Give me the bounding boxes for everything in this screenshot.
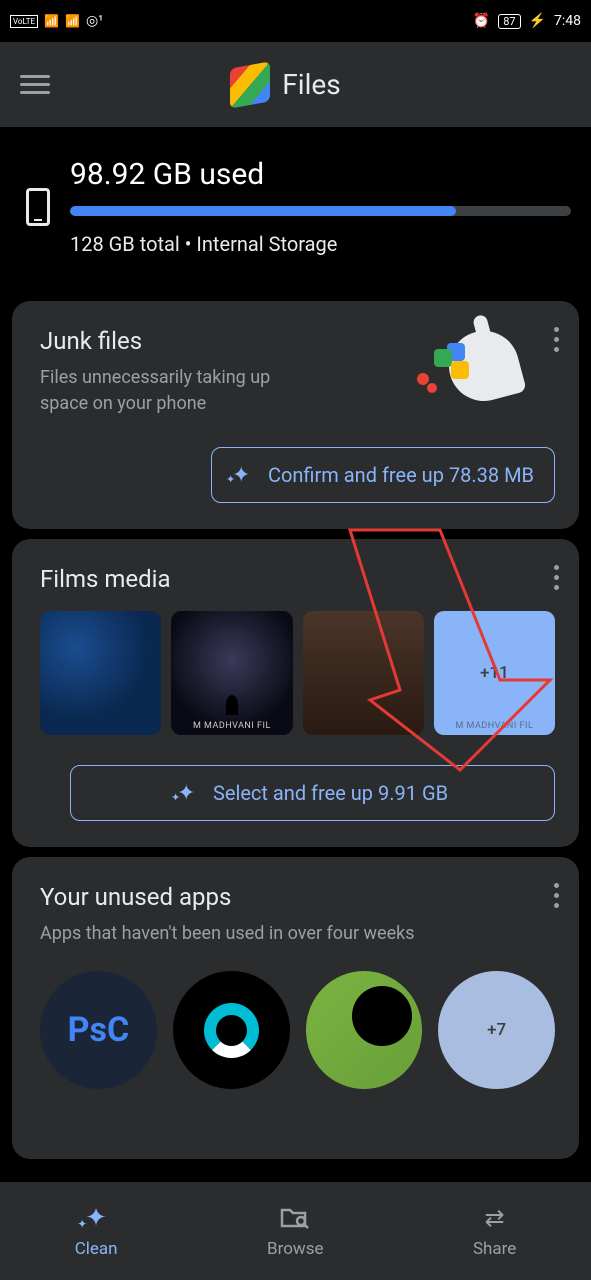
junk-subtitle: Files unnecessarily taking up space on y… xyxy=(40,365,320,417)
films-media-card: Films media M MADHVANI FIL +11 M MADHVAN… xyxy=(12,539,579,847)
nav-browse[interactable]: Browse xyxy=(267,1203,323,1259)
bottom-nav: Clean Browse ⇄ Share xyxy=(0,1182,591,1280)
media-thumbnail-more[interactable]: +11 M MADHVANI FIL xyxy=(434,611,555,735)
nav-clean[interactable]: Clean xyxy=(75,1203,118,1259)
app-icon[interactable]: PsC xyxy=(40,971,157,1089)
signal-icon: 📶 xyxy=(44,14,59,28)
dustpan-icon xyxy=(419,331,519,421)
unused-apps-card: Your unused apps Apps that haven't been … xyxy=(12,857,579,1159)
storage-section[interactable]: 98.92 GB used 128 GB total • Internal St… xyxy=(0,127,591,291)
files-logo-icon xyxy=(230,61,270,108)
more-icon[interactable] xyxy=(554,883,559,908)
folder-search-icon xyxy=(279,1203,311,1233)
volte-indicator: VoLTE xyxy=(10,15,38,28)
storage-detail: 128 GB total • Internal Storage xyxy=(70,232,571,256)
battery-indicator: 87 xyxy=(498,14,520,29)
media-thumbnail[interactable] xyxy=(303,611,424,735)
more-icon[interactable] xyxy=(554,565,559,590)
junk-files-card: Junk files Files unnecessarily taking up… xyxy=(12,301,579,529)
media-thumbnail[interactable]: M MADHVANI FIL xyxy=(171,611,292,735)
clock: 7:48 xyxy=(554,13,581,29)
status-bar: VoLTE 📶 📶 ◎¹ ⏰ 87 ⚡ 7:48 xyxy=(0,0,591,42)
storage-progress xyxy=(70,206,571,216)
sparkle-icon xyxy=(81,1203,111,1233)
alarm-icon: ⏰ xyxy=(473,13,490,29)
select-free-button[interactable]: Select and free up 9.91 GB xyxy=(70,765,555,821)
films-title: Films media xyxy=(40,565,555,593)
app-icon-more[interactable]: +7 xyxy=(438,971,555,1089)
unused-title: Your unused apps xyxy=(40,883,555,911)
swap-icon: ⇄ xyxy=(485,1203,505,1233)
confirm-free-button[interactable]: Confirm and free up 78.38 MB xyxy=(211,447,555,503)
more-icon[interactable] xyxy=(554,327,559,352)
app-icon[interactable] xyxy=(173,971,290,1089)
app-header: Files xyxy=(0,42,591,127)
phone-icon xyxy=(26,188,50,226)
app-title: Files xyxy=(282,68,340,101)
hotspot-icon: ◎¹ xyxy=(86,13,103,29)
sparkle-icon xyxy=(177,781,201,805)
media-thumbnail[interactable] xyxy=(40,611,161,735)
charging-icon: ⚡ xyxy=(529,13,546,29)
signal-icon: 📶 xyxy=(65,14,80,28)
nav-share[interactable]: ⇄ Share xyxy=(473,1203,516,1259)
unused-subtitle: Apps that haven't been used in over four… xyxy=(40,921,460,947)
storage-used: 98.92 GB used xyxy=(70,157,571,192)
sparkle-icon xyxy=(232,463,256,487)
app-icon[interactable] xyxy=(306,971,423,1089)
